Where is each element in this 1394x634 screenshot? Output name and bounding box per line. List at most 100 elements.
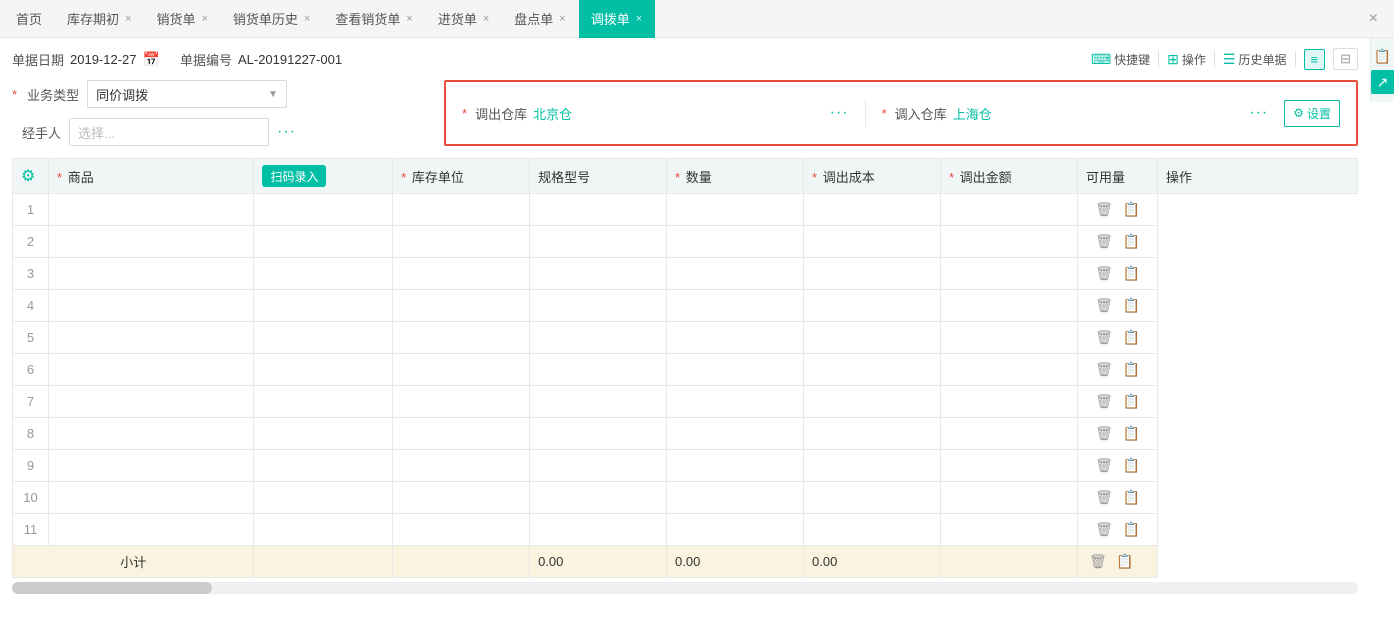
tab-sales-history-close[interactable]: × (304, 13, 310, 25)
operations-button[interactable]: ⊞ 操作 (1167, 51, 1206, 68)
delete-icon-11[interactable]: 🗑 (1095, 521, 1113, 537)
row-unit-1[interactable] (254, 194, 393, 226)
row-available-8[interactable] (940, 418, 1077, 450)
row-quantity-4[interactable] (530, 290, 667, 322)
row-available-1[interactable] (940, 194, 1077, 226)
tab-inventory-count[interactable]: 盘点单 × (502, 0, 578, 38)
row-product-11[interactable] (49, 514, 254, 546)
row-spec-10[interactable] (393, 482, 530, 514)
row-quantity-1[interactable] (530, 194, 667, 226)
delete-icon-8[interactable]: 🗑 (1095, 425, 1113, 441)
row-available-7[interactable] (940, 386, 1077, 418)
row-cost-10[interactable] (667, 482, 804, 514)
row-cost-9[interactable] (667, 450, 804, 482)
row-available-11[interactable] (940, 514, 1077, 546)
scrollbar-thumb[interactable] (12, 582, 212, 594)
row-available-9[interactable] (940, 450, 1077, 482)
row-unit-4[interactable] (254, 290, 393, 322)
scan-button[interactable]: 扫码录入 (262, 165, 326, 187)
row-unit-2[interactable] (254, 226, 393, 258)
delete-icon-3[interactable]: 🗑 (1095, 265, 1113, 281)
row-unit-10[interactable] (254, 482, 393, 514)
row-quantity-5[interactable] (530, 322, 667, 354)
row-available-2[interactable] (940, 226, 1077, 258)
row-amount-9[interactable] (804, 450, 941, 482)
row-amount-4[interactable] (804, 290, 941, 322)
row-amount-2[interactable] (804, 226, 941, 258)
row-quantity-11[interactable] (530, 514, 667, 546)
handler-select[interactable]: 选择... (69, 118, 269, 146)
handler-more-button[interactable]: ··· (277, 123, 296, 141)
row-cost-1[interactable] (667, 194, 804, 226)
row-product-4[interactable] (49, 290, 254, 322)
row-quantity-6[interactable] (530, 354, 667, 386)
business-type-select[interactable]: 同价调拨 ▼ (87, 80, 287, 108)
row-unit-7[interactable] (254, 386, 393, 418)
copy-icon-7[interactable]: 📋 (1122, 393, 1139, 409)
row-quantity-9[interactable] (530, 450, 667, 482)
row-spec-2[interactable] (393, 226, 530, 258)
row-product-6[interactable] (49, 354, 254, 386)
row-cost-4[interactable] (667, 290, 804, 322)
row-available-6[interactable] (940, 354, 1077, 386)
row-unit-8[interactable] (254, 418, 393, 450)
copy-icon-8[interactable]: 📋 (1122, 425, 1139, 441)
row-spec-8[interactable] (393, 418, 530, 450)
row-product-1[interactable] (49, 194, 254, 226)
settings-button[interactable]: ⚙ 设置 (1284, 100, 1340, 127)
tab-sales-order-close[interactable]: × (201, 13, 207, 25)
tab-inventory-count-close[interactable]: × (559, 13, 565, 25)
horizontal-scrollbar[interactable] (12, 582, 1358, 594)
delete-icon-4[interactable]: 🗑 (1095, 297, 1113, 313)
row-cost-7[interactable] (667, 386, 804, 418)
subtotal-copy-icon[interactable]: 📋 (1116, 553, 1133, 569)
row-spec-4[interactable] (393, 290, 530, 322)
table-settings-icon[interactable]: ⚙ (21, 168, 35, 185)
row-spec-5[interactable] (393, 322, 530, 354)
row-cost-6[interactable] (667, 354, 804, 386)
tab-inventory-init[interactable]: 库存期初 × (55, 0, 144, 38)
row-quantity-2[interactable] (530, 226, 667, 258)
copy-icon-5[interactable]: 📋 (1122, 329, 1139, 345)
row-unit-6[interactable] (254, 354, 393, 386)
delete-icon-9[interactable]: 🗑 (1095, 457, 1113, 473)
copy-icon-6[interactable]: 📋 (1122, 361, 1139, 377)
copy-icon-1[interactable]: 📋 (1122, 201, 1139, 217)
row-quantity-7[interactable] (530, 386, 667, 418)
copy-icon-3[interactable]: 📋 (1122, 265, 1139, 281)
row-spec-6[interactable] (393, 354, 530, 386)
row-unit-5[interactable] (254, 322, 393, 354)
layout-button-2[interactable]: ⊟ (1333, 48, 1358, 70)
row-spec-1[interactable] (393, 194, 530, 226)
copy-icon-4[interactable]: 📋 (1122, 297, 1139, 313)
row-available-10[interactable] (940, 482, 1077, 514)
copy-icon-9[interactable]: 📋 (1122, 457, 1139, 473)
row-amount-6[interactable] (804, 354, 941, 386)
row-product-9[interactable] (49, 450, 254, 482)
delete-icon-10[interactable]: 🗑 (1095, 489, 1113, 505)
row-cost-2[interactable] (667, 226, 804, 258)
row-spec-11[interactable] (393, 514, 530, 546)
row-unit-9[interactable] (254, 450, 393, 482)
row-cost-3[interactable] (667, 258, 804, 290)
in-warehouse-more-button[interactable]: ··· (1249, 104, 1268, 122)
out-warehouse-more-button[interactable]: ··· (830, 104, 849, 122)
row-quantity-3[interactable] (530, 258, 667, 290)
row-amount-8[interactable] (804, 418, 941, 450)
shortcuts-button[interactable]: ⌨ 快捷键 (1091, 51, 1150, 68)
layout-button-1[interactable]: ≡ (1304, 49, 1326, 70)
row-cost-11[interactable] (667, 514, 804, 546)
row-unit-3[interactable] (254, 258, 393, 290)
sidebar-notes-icon[interactable]: 📋 (1373, 46, 1393, 66)
copy-icon-11[interactable]: 📋 (1122, 521, 1139, 537)
row-available-4[interactable] (940, 290, 1077, 322)
row-amount-1[interactable] (804, 194, 941, 226)
row-product-5[interactable] (49, 322, 254, 354)
row-quantity-10[interactable] (530, 482, 667, 514)
tab-view-sales-close[interactable]: × (406, 13, 412, 25)
row-spec-9[interactable] (393, 450, 530, 482)
tab-transfer-order-close[interactable]: × (636, 13, 642, 25)
copy-icon-2[interactable]: 📋 (1122, 233, 1139, 249)
history-button[interactable]: ☰ 历史单据 (1223, 51, 1287, 68)
window-close-button[interactable]: × (1357, 0, 1390, 38)
